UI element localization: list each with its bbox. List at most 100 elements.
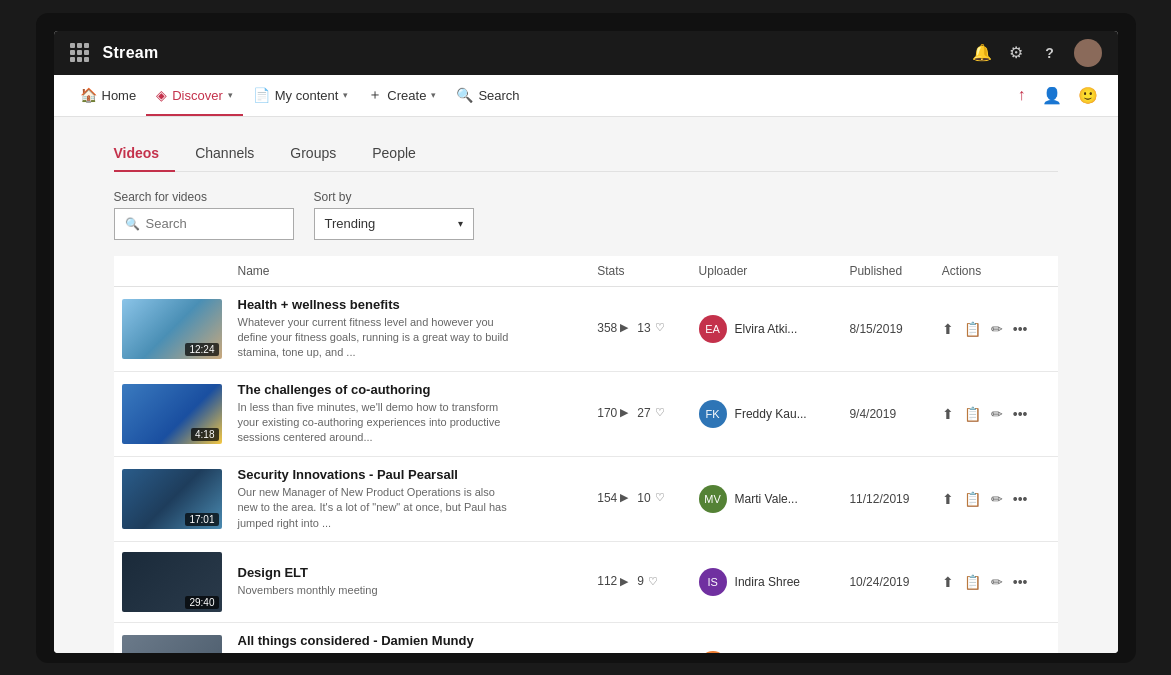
edit-button[interactable]: ✏ <box>991 321 1003 337</box>
video-title[interactable]: The challenges of co-authoring <box>238 382 582 397</box>
likes-count: 27 <box>637 406 650 420</box>
video-duration: 17:01 <box>185 513 218 526</box>
video-thumbnail[interactable]: 44:37 <box>122 635 222 652</box>
video-description: In less than five minutes, we'll demo ho… <box>238 400 518 446</box>
my-content-chevron-icon: ▾ <box>343 90 348 100</box>
uploader-avatar[interactable]: FK <box>699 400 727 428</box>
video-description: Our new Manager of New Product Operation… <box>238 485 518 531</box>
more-button[interactable]: ••• <box>1013 491 1028 507</box>
help-icon[interactable]: ? <box>1040 43 1060 63</box>
filter-row: Search for videos 🔍 Sort by Trending ▾ <box>114 190 1058 240</box>
edit-button[interactable]: ✏ <box>991 491 1003 507</box>
heart-icon: ♡ <box>655 321 665 334</box>
views-count: 358 <box>597 321 617 335</box>
tab-channels[interactable]: Channels <box>195 137 270 171</box>
more-button[interactable]: ••• <box>1013 321 1028 337</box>
views-count: 170 <box>597 406 617 420</box>
tab-people[interactable]: People <box>372 137 432 171</box>
notification-icon[interactable]: 🔔 <box>972 43 992 63</box>
name-cell: All things considered - Damien Mundy Our… <box>230 623 590 653</box>
user-avatar[interactable] <box>1074 39 1102 67</box>
thumb-cell[interactable]: 12:24 <box>114 286 230 371</box>
nav-my-content[interactable]: 📄 My content ▾ <box>243 75 359 116</box>
nav-search-label: Search <box>478 88 519 103</box>
top-bar-icons: 🔔 ⚙ ? <box>972 39 1102 67</box>
heart-icon: ♡ <box>655 406 665 419</box>
published-cell: 8/15/2019 <box>841 286 933 371</box>
nav-create[interactable]: ＋ Create ▾ <box>358 75 446 116</box>
col-uploader: Uploader <box>691 256 842 287</box>
share-button[interactable]: ⬆ <box>942 321 954 337</box>
video-description: Our differences make us a stronger, bett… <box>238 651 518 652</box>
nav-discover[interactable]: ◈ Discover ▾ <box>146 75 243 116</box>
nav-home-label: Home <box>102 88 137 103</box>
more-button[interactable]: ••• <box>1013 406 1028 422</box>
actions-cell: ⬆ 📋 ✏ ••• <box>934 286 1058 371</box>
likes-count: 10 <box>637 491 650 505</box>
col-actions: Actions <box>934 256 1058 287</box>
edit-button[interactable]: ✏ <box>991 574 1003 590</box>
discover-chevron-icon: ▾ <box>228 90 233 100</box>
actions-cell: ⬆ 📋 ✏ ••• <box>934 623 1058 653</box>
details-button[interactable]: 📋 <box>964 574 981 590</box>
video-thumbnail[interactable]: 29:40 <box>122 552 222 612</box>
nav-home[interactable]: 🏠 Home <box>70 75 147 116</box>
thumb-cell[interactable]: 17:01 <box>114 456 230 541</box>
uploader-cell: FK Freddy Kau... <box>691 371 842 456</box>
uploader-name: Elvira Atki... <box>735 322 798 336</box>
uploader-avatar[interactable]: IS <box>699 568 727 596</box>
views-stat: 112 ▶ 9 ♡ <box>597 574 682 588</box>
search-box[interactable]: 🔍 <box>114 208 294 240</box>
uploader-avatar[interactable]: MV <box>699 485 727 513</box>
video-title[interactable]: Health + wellness benefits <box>238 297 582 312</box>
col-name: Name <box>230 256 590 287</box>
nav-person-icon[interactable]: 👤 <box>1038 86 1066 105</box>
uploader-avatar[interactable]: EA <box>699 315 727 343</box>
nav-search[interactable]: 🔍 Search <box>446 75 529 116</box>
views-count: 112 <box>597 574 617 588</box>
thumb-cell[interactable]: 4:18 <box>114 371 230 456</box>
app-grid-icon[interactable] <box>70 43 89 62</box>
video-title[interactable]: All things considered - Damien Mundy <box>238 633 582 648</box>
video-thumbnail[interactable]: 4:18 <box>122 384 222 444</box>
views-stat: 170 ▶ 27 ♡ <box>597 406 682 420</box>
more-button[interactable]: ••• <box>1013 574 1028 590</box>
sort-dropdown[interactable]: Trending ▾ <box>314 208 474 240</box>
stats-cell: 112 ▶ 9 ♡ <box>589 542 690 623</box>
tab-groups[interactable]: Groups <box>290 137 352 171</box>
video-title[interactable]: Security Innovations - Paul Pearsall <box>238 467 582 482</box>
share-button[interactable]: ⬆ <box>942 574 954 590</box>
uploader-name: Indira Shree <box>735 575 800 589</box>
uploader-avatar[interactable]: CC <box>699 651 727 652</box>
video-title[interactable]: Design ELT <box>238 565 582 580</box>
search-input[interactable] <box>146 216 283 231</box>
thumb-cell[interactable]: 29:40 <box>114 542 230 623</box>
video-table: Name Stats Uploader Published Actions 12… <box>114 256 1058 653</box>
details-button[interactable]: 📋 <box>964 406 981 422</box>
edit-button[interactable]: ✏ <box>991 406 1003 422</box>
tab-videos[interactable]: Videos <box>114 137 176 171</box>
views-stat: 358 ▶ 13 ♡ <box>597 321 682 335</box>
video-thumbnail[interactable]: 17:01 <box>122 469 222 529</box>
share-button[interactable]: ⬆ <box>942 491 954 507</box>
col-published: Published <box>841 256 933 287</box>
nav-emoji-icon[interactable]: 🙂 <box>1074 86 1102 105</box>
settings-icon[interactable]: ⚙ <box>1006 43 1026 63</box>
my-content-icon: 📄 <box>253 87 270 103</box>
sort-chevron-icon: ▾ <box>458 218 463 229</box>
table-row: 12:24 Health + wellness benefits Whateve… <box>114 286 1058 371</box>
stats-cell: 154 ▶ 10 ♡ <box>589 456 690 541</box>
details-button[interactable]: 📋 <box>964 491 981 507</box>
nav-bar-right: ↑ 👤 🙂 <box>1014 86 1102 105</box>
share-button[interactable]: ⬆ <box>942 406 954 422</box>
video-thumbnail[interactable]: 12:24 <box>122 299 222 359</box>
col-stats: Stats <box>589 256 690 287</box>
thumb-cell[interactable]: 44:37 <box>114 623 230 653</box>
nav-arrow-up-icon[interactable]: ↑ <box>1014 86 1030 105</box>
content-area: Videos Channels Groups People Search for… <box>54 117 1118 653</box>
nav-discover-label: Discover <box>172 88 223 103</box>
table-row: 44:37 All things considered - Damien Mun… <box>114 623 1058 653</box>
play-icon: ▶ <box>620 575 628 588</box>
video-duration: 4:18 <box>191 428 218 441</box>
details-button[interactable]: 📋 <box>964 321 981 337</box>
